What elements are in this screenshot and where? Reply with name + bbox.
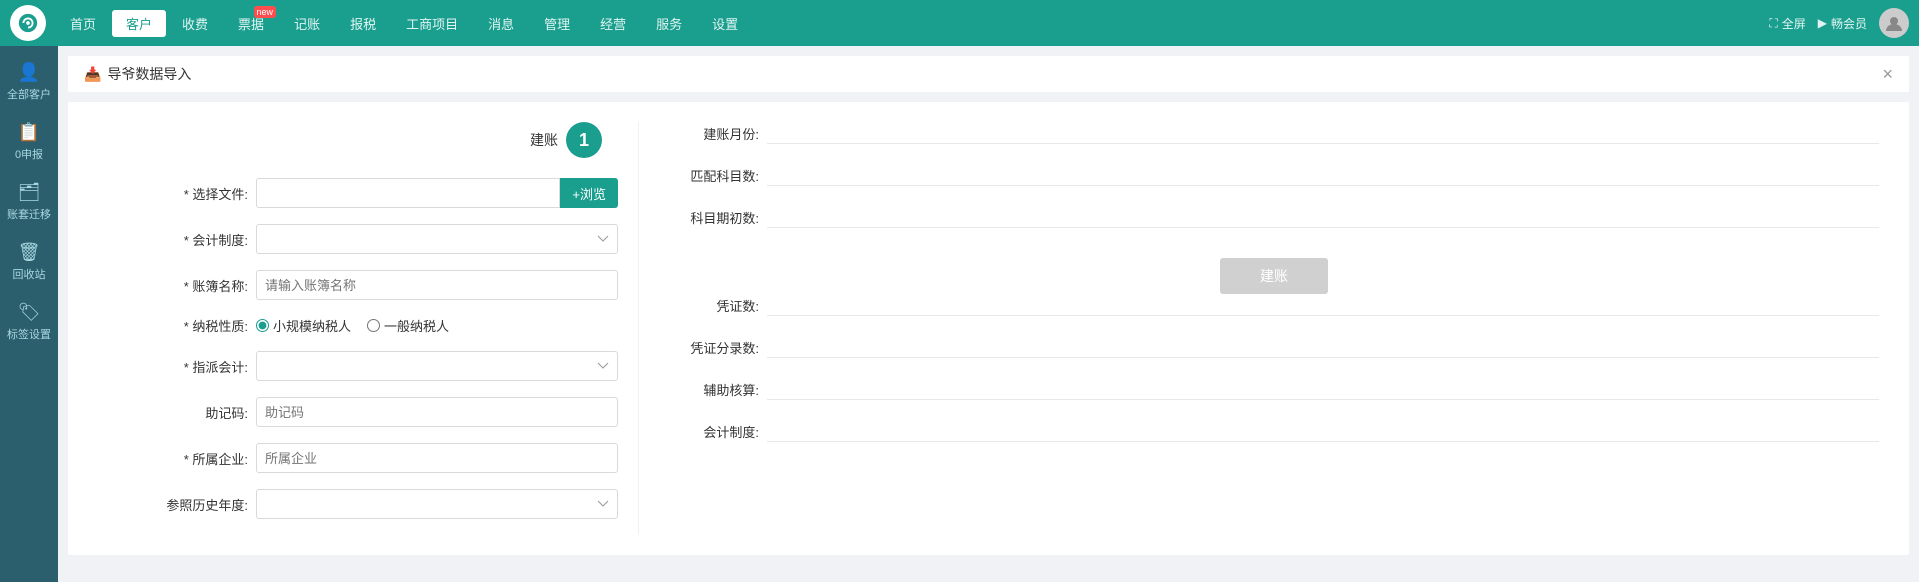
zero-declare-icon: 📋 <box>18 122 40 143</box>
right-accounting-system-label: 会计制度: <box>669 422 759 441</box>
build-month-row: 建账月份: <box>669 122 1879 144</box>
main-content: 📥 导爷数据导入 × 建账 1 * 选择文件: <box>58 46 1919 582</box>
nav-item-invoice[interactable]: 票据 new <box>224 10 278 37</box>
general-taxpayer-radio[interactable] <box>367 319 380 332</box>
history-year-select[interactable] <box>256 489 618 519</box>
subject-initial-row: 科目期初数: <box>669 206 1879 228</box>
accounting-system-select[interactable] <box>256 224 618 254</box>
voucher-entry-label: 凭证分录数: <box>669 338 759 357</box>
new-badge: new <box>254 6 277 19</box>
subject-initial-value <box>767 206 1879 228</box>
voucher-count-label: 凭证数: <box>669 296 759 315</box>
ledger-name-label: * 账簿名称: <box>158 276 248 295</box>
sidebar-item-all-clients[interactable]: 👤 全部客户 <box>0 54 58 110</box>
tax-nature-row: * 纳税性质: 小规模纳税人 一般纳税人 <box>158 316 618 335</box>
build-month-label: 建账月份: <box>669 124 759 143</box>
voucher-entry-row: 凭证分录数: <box>669 336 1879 358</box>
sidebar-item-tag-settings[interactable]: 🏷 标签设置 <box>0 294 58 350</box>
import-icon: 📥 <box>84 66 101 83</box>
all-clients-icon: 👤 <box>18 62 40 83</box>
accounting-system-label: * 会计制度: <box>158 230 248 249</box>
page-title-bar: 📥 导爷数据导入 × <box>68 56 1909 92</box>
file-input[interactable] <box>256 178 560 208</box>
nav-item-tax[interactable]: 报税 <box>336 10 390 37</box>
subject-initial-label: 科目期初数: <box>669 208 759 227</box>
affiliated-company-input[interactable] <box>256 443 618 473</box>
affiliated-company-label: * 所属企业: <box>158 449 248 468</box>
recycle-icon: 🗑 <box>18 242 41 263</box>
sidebar-item-migrate[interactable]: 🗂 账套迁移 <box>0 174 58 230</box>
memo-code-row: 助记码: <box>158 397 618 427</box>
nav-item-message[interactable]: 消息 <box>474 10 528 37</box>
small-taxpayer-option[interactable]: 小规模纳税人 <box>256 316 351 335</box>
tag-settings-icon: 🏷 <box>18 302 41 323</box>
memo-code-label: 助记码: <box>158 403 248 422</box>
match-subject-label: 匹配科目数: <box>669 166 759 185</box>
assigned-accountant-row: * 指派会计: <box>158 351 618 381</box>
ledger-name-row: * 账簿名称: <box>158 270 618 300</box>
right-accounting-system-row: 会计制度: <box>669 420 1879 442</box>
app-logo[interactable] <box>10 5 46 41</box>
build-btn-area: 建账 <box>669 258 1879 294</box>
nav-item-charge[interactable]: 收费 <box>168 10 222 37</box>
nav-item-home[interactable]: 首页 <box>56 10 110 37</box>
affiliated-company-row: * 所属企业: <box>158 443 618 473</box>
play-icon: ▶ <box>1818 16 1827 30</box>
tax-nature-label: * 纳税性质: <box>158 316 248 335</box>
voucher-count-row: 凭证数: <box>669 294 1879 316</box>
tax-nature-radio-group: 小规模纳税人 一般纳税人 <box>256 316 618 335</box>
nav-item-manage[interactable]: 管理 <box>530 10 584 37</box>
nav-item-settings[interactable]: 设置 <box>698 10 752 37</box>
form-right: 建账月份: 匹配科目数: 科目期初数: 建账 凭证数: <box>638 122 1879 535</box>
nav-items: 首页 客户 收费 票据 new 记账 报税 工商项目 消息 管理 经营 服务 设… <box>56 10 1769 37</box>
sidebar-item-zero-declare[interactable]: 📋 0申报 <box>0 114 58 170</box>
close-button[interactable]: × <box>1882 65 1893 83</box>
page-title: 导爷数据导入 <box>107 64 191 84</box>
form-left: 建账 1 * 选择文件: +浏览 * 会计制度: <box>98 122 618 535</box>
assigned-accountant-select[interactable] <box>256 351 618 381</box>
file-input-group: +浏览 <box>256 178 618 208</box>
match-subject-row: 匹配科目数: <box>669 164 1879 186</box>
memo-code-input[interactable] <box>256 397 618 427</box>
fullscreen-icon: ⛶ <box>1769 16 1777 31</box>
auxiliary-row: 辅助核算: <box>669 378 1879 400</box>
file-select-row: * 选择文件: +浏览 <box>158 178 618 208</box>
file-label: * 选择文件: <box>158 184 248 203</box>
step-area: 建账 1 <box>98 122 618 158</box>
browse-button[interactable]: +浏览 <box>560 178 618 208</box>
build-button[interactable]: 建账 <box>1220 258 1328 294</box>
step-label: 建账 <box>530 130 558 150</box>
form-container: 建账 1 * 选择文件: +浏览 * 会计制度: <box>68 102 1909 555</box>
auxiliary-label: 辅助核算: <box>669 380 759 399</box>
layout: 👤 全部客户 📋 0申报 🗂 账套迁移 🗑 回收站 🏷 标签设置 📥 导爷数据导… <box>0 46 1919 582</box>
general-taxpayer-option[interactable]: 一般纳税人 <box>367 316 449 335</box>
sidebar: 👤 全部客户 📋 0申报 🗂 账套迁移 🗑 回收站 🏷 标签设置 <box>0 46 58 582</box>
nav-item-bookkeeping[interactable]: 记账 <box>280 10 334 37</box>
auxiliary-value <box>767 378 1879 400</box>
nav-right: ⛶ 全屏 ▶ 畅会员 <box>1769 8 1909 38</box>
step-circle: 1 <box>566 122 602 158</box>
voucher-count-value <box>767 294 1879 316</box>
nav-item-business[interactable]: 工商项目 <box>392 10 472 37</box>
right-accounting-system-value <box>767 420 1879 442</box>
assigned-accountant-label: * 指派会计: <box>158 357 248 376</box>
migrate-icon: 🗂 <box>18 182 41 203</box>
nav-item-service[interactable]: 服务 <box>642 10 696 37</box>
build-month-value <box>767 122 1879 144</box>
ledger-name-input[interactable] <box>256 270 618 300</box>
small-taxpayer-radio[interactable] <box>256 319 269 332</box>
member-btn[interactable]: ▶ 畅会员 <box>1818 15 1867 32</box>
avatar[interactable] <box>1879 8 1909 38</box>
history-year-label: 参照历史年度: <box>158 495 248 514</box>
sidebar-item-recycle[interactable]: 🗑 回收站 <box>0 234 58 290</box>
top-nav: 首页 客户 收费 票据 new 记账 报税 工商项目 消息 管理 经营 服务 设… <box>0 0 1919 46</box>
accounting-system-row: * 会计制度: <box>158 224 618 254</box>
match-subject-value <box>767 164 1879 186</box>
history-year-row: 参照历史年度: <box>158 489 618 519</box>
nav-item-client[interactable]: 客户 <box>112 10 166 37</box>
nav-item-operation[interactable]: 经营 <box>586 10 640 37</box>
fullscreen-btn[interactable]: ⛶ 全屏 <box>1769 15 1805 32</box>
voucher-entry-value <box>767 336 1879 358</box>
